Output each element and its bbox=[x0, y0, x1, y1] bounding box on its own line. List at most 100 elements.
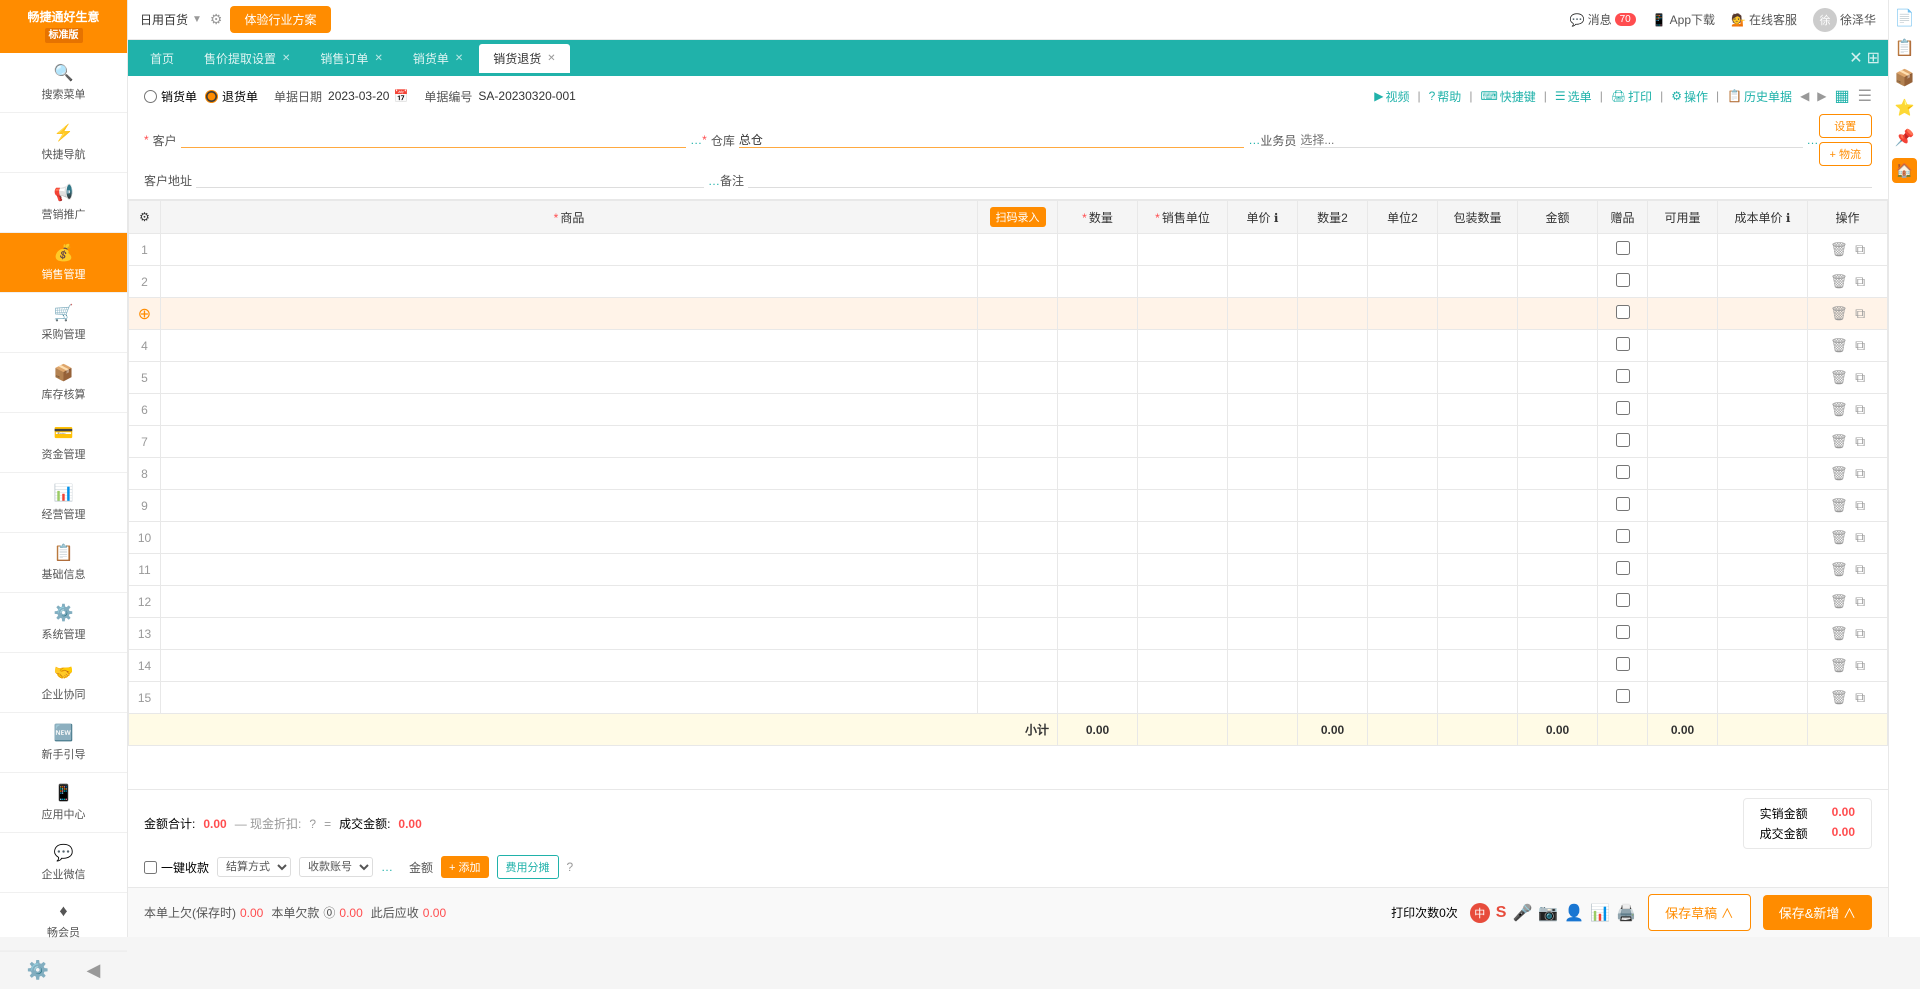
unit-cell[interactable] bbox=[1138, 298, 1228, 330]
unit2-cell[interactable] bbox=[1368, 554, 1438, 586]
qty-cell[interactable] bbox=[1058, 426, 1138, 458]
cost-cell[interactable] bbox=[1718, 298, 1808, 330]
warehouse-picker[interactable]: … bbox=[1248, 133, 1260, 147]
cost-cell[interactable] bbox=[1718, 650, 1808, 682]
cost-cell[interactable] bbox=[1718, 586, 1808, 618]
unit2-cell[interactable] bbox=[1368, 522, 1438, 554]
qty-cell[interactable] bbox=[1058, 394, 1138, 426]
unit-cell[interactable] bbox=[1138, 618, 1228, 650]
account-dots[interactable]: … bbox=[381, 860, 393, 874]
price-cell[interactable] bbox=[1228, 458, 1298, 490]
tool-s-icon[interactable]: S bbox=[1496, 904, 1507, 922]
history-btn[interactable]: 📋 历史单据 bbox=[1727, 88, 1792, 105]
copy-row-icon[interactable]: ⧉ bbox=[1855, 433, 1865, 449]
rp-box-icon[interactable]: 📦 bbox=[1895, 68, 1915, 88]
cost-cell[interactable] bbox=[1718, 522, 1808, 554]
gift-cell[interactable] bbox=[1598, 394, 1648, 426]
qty2-cell[interactable] bbox=[1298, 618, 1368, 650]
price-cell[interactable] bbox=[1228, 650, 1298, 682]
fee-btn[interactable]: 费用分摊 bbox=[497, 855, 559, 879]
amount-cell[interactable] bbox=[1518, 362, 1598, 394]
grid-view-icon[interactable]: ▦ bbox=[1835, 86, 1850, 106]
amount-cell[interactable] bbox=[1518, 266, 1598, 298]
unit2-cell[interactable] bbox=[1368, 650, 1438, 682]
gift-cell[interactable] bbox=[1598, 266, 1648, 298]
pack-qty-cell[interactable] bbox=[1438, 618, 1518, 650]
available-cell[interactable] bbox=[1648, 554, 1718, 586]
gift-cell[interactable] bbox=[1598, 458, 1648, 490]
cost-cell[interactable] bbox=[1718, 362, 1808, 394]
gift-cell[interactable] bbox=[1598, 618, 1648, 650]
account-select[interactable]: 收款账号 bbox=[299, 857, 373, 877]
amount-cell[interactable] bbox=[1518, 522, 1598, 554]
tab-home[interactable]: 首页 bbox=[136, 44, 188, 73]
address-picker[interactable]: … bbox=[708, 174, 720, 188]
salesperson-input[interactable] bbox=[1300, 133, 1802, 148]
copy-row-icon[interactable]: ⧉ bbox=[1855, 593, 1865, 609]
available-cell[interactable] bbox=[1648, 682, 1718, 714]
app-download-btn[interactable]: 📱 App下载 bbox=[1652, 11, 1715, 28]
tab-expand-icon[interactable]: ⊞ bbox=[1867, 48, 1880, 68]
product-cell[interactable] bbox=[161, 682, 978, 714]
scan-btn[interactable]: 扫码录入 bbox=[990, 207, 1046, 227]
cost-cell[interactable] bbox=[1718, 490, 1808, 522]
rp-clipboard-icon[interactable]: 📋 bbox=[1895, 38, 1915, 58]
product-input[interactable] bbox=[165, 307, 973, 321]
unit-cell[interactable] bbox=[1138, 682, 1228, 714]
tab-sales-order[interactable]: 销售订单 ✕ bbox=[306, 44, 396, 73]
copy-row-icon[interactable]: ⧉ bbox=[1855, 273, 1865, 289]
unit-cell[interactable] bbox=[1138, 394, 1228, 426]
price-cell[interactable] bbox=[1228, 586, 1298, 618]
prev-icon[interactable]: ◀ bbox=[1800, 89, 1809, 103]
unit-cell[interactable] bbox=[1138, 330, 1228, 362]
unit-cell[interactable] bbox=[1138, 362, 1228, 394]
amount-cell[interactable] bbox=[1518, 234, 1598, 266]
product-cell[interactable] bbox=[161, 394, 978, 426]
cost-cell[interactable] bbox=[1718, 682, 1808, 714]
settings-icon[interactable]: ⚙️ bbox=[27, 960, 49, 981]
unit2-cell[interactable] bbox=[1368, 458, 1438, 490]
delete-row-icon[interactable]: 🗑 bbox=[1830, 401, 1848, 417]
copy-row-icon[interactable]: ⧉ bbox=[1855, 689, 1865, 705]
tool-print-icon[interactable]: 🖨️ bbox=[1616, 903, 1636, 923]
delete-row-icon[interactable]: 🗑 bbox=[1830, 593, 1848, 609]
address-input[interactable] bbox=[196, 173, 704, 188]
unit2-cell[interactable] bbox=[1368, 394, 1438, 426]
copy-row-icon[interactable]: ⧉ bbox=[1855, 497, 1865, 513]
unit2-cell[interactable] bbox=[1368, 330, 1438, 362]
unit-cell[interactable] bbox=[1138, 426, 1228, 458]
price-cell[interactable] bbox=[1228, 490, 1298, 522]
online-service-btn[interactable]: 💁 在线客服 bbox=[1731, 11, 1797, 28]
qty2-cell[interactable] bbox=[1298, 362, 1368, 394]
pack-qty-cell[interactable] bbox=[1438, 330, 1518, 362]
logistics-btn[interactable]: + 物流 bbox=[1819, 142, 1872, 166]
product-cell[interactable] bbox=[161, 650, 978, 682]
collapse-icon[interactable]: ◀ bbox=[86, 960, 100, 981]
next-icon[interactable]: ▶ bbox=[1817, 89, 1826, 103]
product-cell[interactable] bbox=[161, 426, 978, 458]
qty-cell[interactable] bbox=[1058, 458, 1138, 490]
qty-cell[interactable] bbox=[1058, 586, 1138, 618]
gift-cell[interactable] bbox=[1598, 586, 1648, 618]
gift-cell[interactable] bbox=[1598, 522, 1648, 554]
price-cell[interactable] bbox=[1228, 362, 1298, 394]
price-cell[interactable] bbox=[1228, 266, 1298, 298]
available-cell[interactable] bbox=[1648, 330, 1718, 362]
salesperson-picker[interactable]: … bbox=[1807, 133, 1819, 147]
sidebar-item-vip[interactable]: ♦ 畅会员 bbox=[0, 893, 127, 951]
unit2-cell[interactable] bbox=[1368, 490, 1438, 522]
tab-close-icon[interactable]: ✕ bbox=[374, 53, 382, 64]
sidebar-item-sales[interactable]: 💰 销售管理 bbox=[0, 233, 127, 293]
delete-row-icon[interactable]: 🗑 bbox=[1830, 497, 1848, 513]
qty2-cell[interactable] bbox=[1298, 426, 1368, 458]
gift-cell[interactable] bbox=[1598, 490, 1648, 522]
product-cell[interactable] bbox=[161, 234, 978, 266]
delete-row-icon[interactable]: 🗑 bbox=[1830, 657, 1848, 673]
delete-row-icon[interactable]: 🗑 bbox=[1830, 689, 1848, 705]
available-cell[interactable] bbox=[1648, 266, 1718, 298]
cost-cell[interactable] bbox=[1718, 394, 1808, 426]
copy-row-icon[interactable]: ⧉ bbox=[1855, 305, 1865, 321]
qty-cell[interactable] bbox=[1058, 618, 1138, 650]
unit2-cell[interactable] bbox=[1368, 234, 1438, 266]
tool-chart-icon[interactable]: 📊 bbox=[1590, 903, 1610, 923]
